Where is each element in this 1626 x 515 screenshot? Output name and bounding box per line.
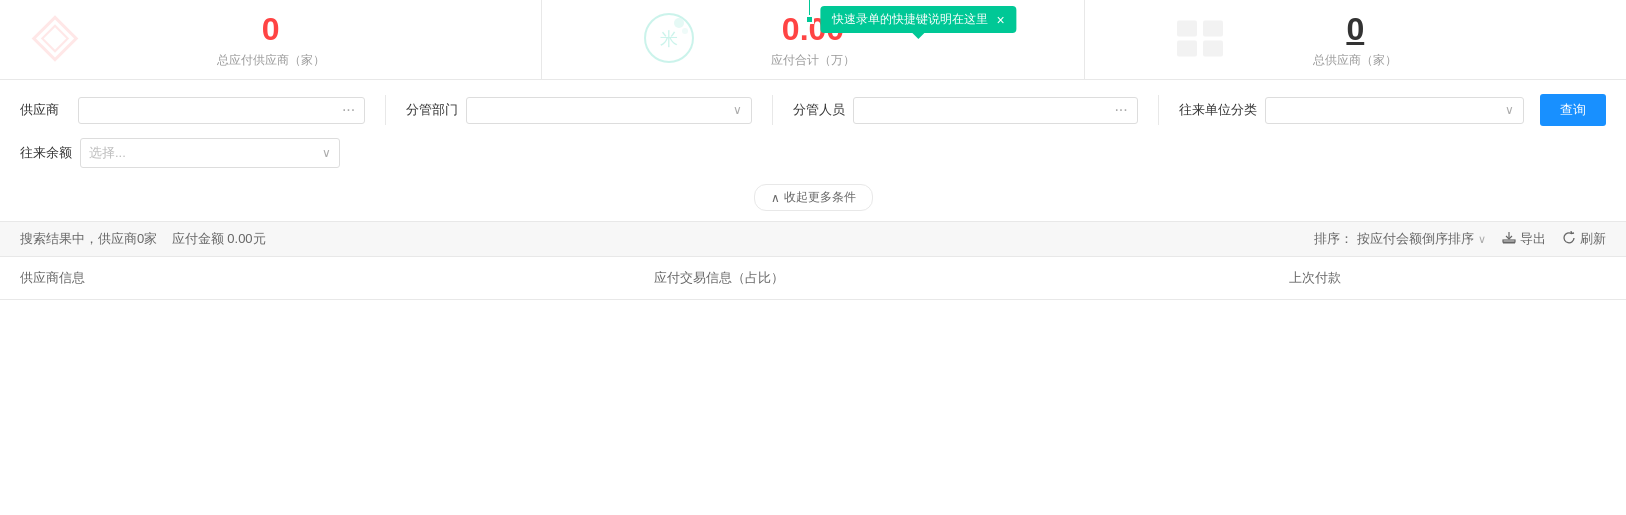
manager-input-container: ···	[853, 97, 1138, 124]
sort-value: 按应付会额倒序排序	[1357, 230, 1474, 248]
svg-rect-8	[1177, 40, 1197, 56]
department-arrow-btn[interactable]: ∨	[729, 103, 746, 117]
svg-text:米: 米	[660, 29, 678, 49]
unit-category-label: 往来单位分类	[1179, 101, 1257, 119]
payable-total-label: 应付合计（万）	[771, 52, 855, 69]
svg-rect-11	[1503, 242, 1515, 244]
divider-3	[1158, 95, 1159, 125]
unit-category-arrow-btn[interactable]: ∨	[1501, 103, 1518, 117]
divider-2	[772, 95, 773, 125]
refresh-button[interactable]: 刷新	[1562, 230, 1606, 248]
tooltip-text: 快速录单的快捷键说明在这里	[832, 11, 988, 28]
balance-select[interactable]: 选择... ∨	[80, 138, 340, 168]
svg-rect-6	[1177, 20, 1197, 36]
filter-row-2: 往来余额 选择... ∨	[20, 138, 1606, 168]
balance-label: 往来余额	[20, 144, 72, 162]
col-header-supplier: 供应商信息	[20, 269, 654, 287]
unit-category-input-container: ∨	[1265, 97, 1524, 124]
supplier-input[interactable]	[78, 97, 365, 124]
svg-rect-0	[34, 17, 76, 59]
collapse-button[interactable]: ∧ 收起更多条件	[754, 184, 873, 211]
result-actions: 排序： 按应付会额倒序排序 ∨ 导出 刷新	[1314, 230, 1606, 248]
search-result-text: 搜索结果中，供应商0家	[20, 231, 157, 246]
col-header-transaction: 应付交易信息（占比）	[654, 269, 1288, 287]
result-info: 搜索结果中，供应商0家 应付金额 0.00元	[20, 230, 266, 248]
filter-area: 供应商 ··· 分管部门 ∨ 分管人员 ···	[0, 80, 1626, 222]
balance-arrow-icon: ∨	[322, 146, 331, 160]
supplier-dots-btn[interactable]: ···	[338, 101, 359, 119]
collapse-row: ∧ 收起更多条件	[20, 180, 1606, 221]
svg-rect-7	[1203, 20, 1223, 36]
search-button[interactable]: 查询	[1540, 94, 1606, 126]
svg-point-4	[674, 18, 684, 28]
total-suppliers-value: 0	[1346, 11, 1364, 48]
svg-point-5	[682, 28, 688, 34]
supplier-label: 供应商	[20, 101, 70, 119]
balance-placeholder: 选择...	[89, 144, 322, 162]
quick-shortcut-tooltip: 快速录单的快捷键说明在这里 ×	[820, 6, 1016, 33]
manager-label: 分管人员	[793, 101, 845, 119]
refresh-icon	[1562, 231, 1576, 248]
stat-total-suppliers: 0 总供应商（家）	[1085, 0, 1626, 79]
filter-supplier: 供应商 ···	[20, 97, 365, 124]
supplier-input-container: ···	[78, 97, 365, 124]
total-payable-suppliers-label: 总应付供应商（家）	[217, 52, 325, 69]
collapse-label: 收起更多条件	[784, 189, 856, 206]
filter-manager: 分管人员 ···	[793, 97, 1138, 124]
result-bar: 搜索结果中，供应商0家 应付金额 0.00元 排序： 按应付会额倒序排序 ∨ 导…	[0, 222, 1626, 257]
filter-balance: 往来余额 选择... ∨	[20, 138, 340, 168]
sort-arrow-icon: ∨	[1478, 233, 1486, 246]
svg-rect-9	[1203, 40, 1223, 56]
tooltip-dot	[805, 15, 814, 24]
collapse-icon: ∧	[771, 191, 780, 205]
manager-input[interactable]	[853, 97, 1138, 124]
total-suppliers-label: 总供应商（家）	[1313, 52, 1397, 69]
filter-row-1: 供应商 ··· 分管部门 ∨ 分管人员 ···	[20, 94, 1606, 126]
total-payable-suppliers-value: 0	[262, 10, 280, 48]
tooltip-close-btn[interactable]: ×	[996, 13, 1004, 27]
sort-label: 排序：	[1314, 230, 1353, 248]
table-header: 供应商信息 应付交易信息（占比） 上次付款	[0, 257, 1626, 300]
export-icon	[1502, 231, 1516, 248]
filter-unit-category: 往来单位分类 ∨	[1179, 97, 1524, 124]
manager-dots-btn[interactable]: ···	[1110, 101, 1131, 119]
department-input[interactable]	[466, 97, 751, 124]
stat-payable-total: 米 0.00 应付合计（万） 快速录单的快捷键说明在这里 ×	[542, 0, 1084, 79]
department-input-container: ∨	[466, 97, 751, 124]
unit-category-input[interactable]	[1265, 97, 1524, 124]
table-body	[0, 300, 1626, 515]
export-button[interactable]: 导出	[1502, 230, 1546, 248]
logo-diamond-icon	[30, 13, 80, 66]
export-label: 导出	[1520, 230, 1546, 248]
payable-amount-text: 应付金额 0.00元	[172, 231, 266, 246]
stat-total-payable-suppliers: 0 总应付供应商（家）	[0, 0, 542, 79]
filter-department: 分管部门 ∨	[406, 97, 751, 124]
refresh-label: 刷新	[1580, 230, 1606, 248]
sort-button[interactable]: 排序： 按应付会额倒序排序 ∨	[1314, 230, 1486, 248]
divider-1	[385, 95, 386, 125]
top-stats-bar: 0 总应付供应商（家） 米 0.00 应付合计（万） 快速录单的快捷键说明在这里…	[0, 0, 1626, 80]
svg-rect-1	[42, 25, 67, 50]
col-header-lastpay: 上次付款	[1289, 269, 1606, 287]
svg-rect-10	[1503, 240, 1515, 242]
department-label: 分管部门	[406, 101, 458, 119]
